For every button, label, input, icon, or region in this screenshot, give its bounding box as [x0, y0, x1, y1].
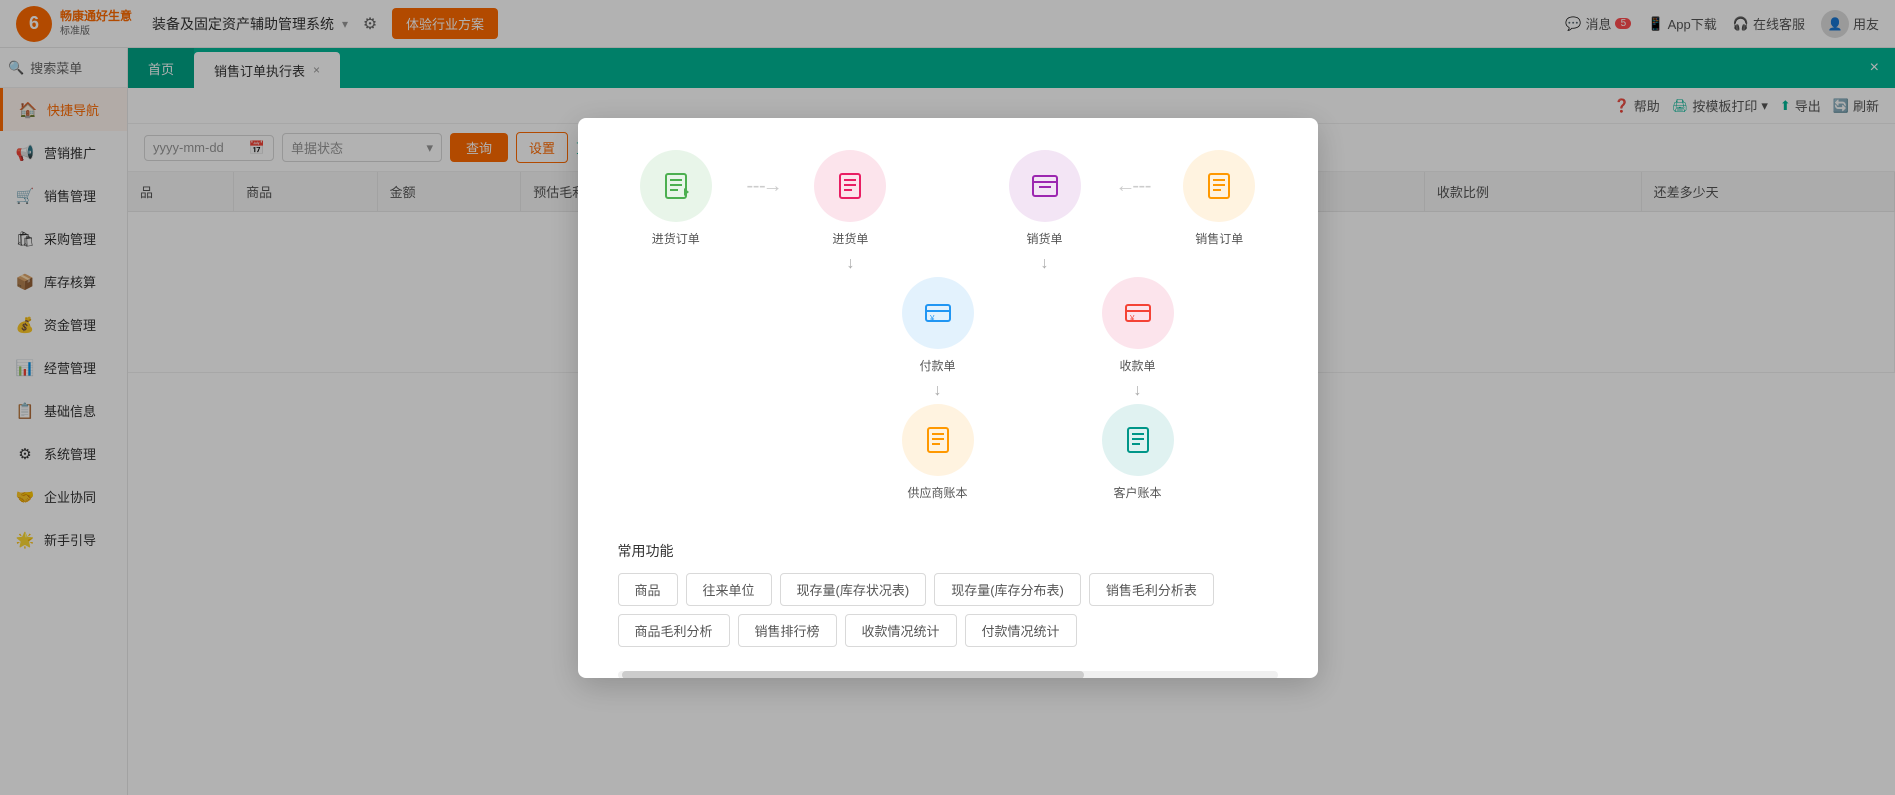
supplier-label: 供应商账本 [907, 484, 967, 501]
overlay[interactable]: 进货订单 - - -→ 进货单 [0, 0, 1895, 795]
scroll-thumb [622, 671, 1084, 678]
common-btn-往来单位[interactable]: 往来单位 [686, 573, 772, 606]
sales-bill-icon [1009, 150, 1081, 222]
common-buttons-container: 商品往来单位现存量(库存状况表)现存量(库存分布表)销售毛利分析表商品毛利分析销… [618, 573, 1278, 647]
common-btn-商品毛利分析[interactable]: 商品毛利分析 [618, 614, 730, 647]
flow-node-sales-order[interactable]: 销售订单 [1161, 150, 1277, 247]
flow-row-2: ¥ 付款单 ¥ 收款单 [618, 277, 1278, 374]
scroll-track [618, 671, 1278, 678]
arrows-down-row1: ↓ ↓ [618, 255, 1278, 273]
arrow-down-purchase: ↓ [792, 255, 908, 273]
dialog: 进货订单 - - -→ 进货单 [578, 118, 1318, 678]
purchase-bill-icon [814, 150, 886, 222]
common-btn-商品[interactable]: 商品 [618, 573, 678, 606]
flow-node-sales-bill[interactable]: 销货单 [986, 150, 1102, 247]
sales-order-label: 销售订单 [1195, 230, 1243, 247]
arrow-left-1: ←- - - [1115, 175, 1148, 198]
flow-node-payment[interactable]: ¥ 付款单 [878, 277, 998, 374]
purchase-order-icon [640, 150, 712, 222]
common-title: 常用功能 [618, 541, 1278, 561]
common-btn-现存量(库存分布表)[interactable]: 现存量(库存分布表) [934, 573, 1081, 606]
purchase-order-label: 进货订单 [652, 230, 700, 247]
svg-text:¥: ¥ [1129, 314, 1135, 323]
arrow-down-receipt: ↓ [1078, 382, 1198, 400]
sales-bill-label: 销货单 [1027, 230, 1063, 247]
flow-row-1: 进货订单 - - -→ 进货单 [618, 150, 1278, 247]
common-btn-现存量(库存状况表)[interactable]: 现存量(库存状况表) [780, 573, 927, 606]
arrow-down-sales: ↓ [986, 255, 1102, 273]
supplier-icon [902, 404, 974, 476]
customer-icon [1102, 404, 1174, 476]
flow-node-purchase-order[interactable]: 进货订单 [618, 150, 734, 247]
flow-row-3: 供应商账本 客户账本 [618, 404, 1278, 501]
customer-label: 客户账本 [1113, 484, 1161, 501]
common-btn-销售毛利分析表[interactable]: 销售毛利分析表 [1089, 573, 1214, 606]
dialog-scroll[interactable] [578, 671, 1318, 678]
arrow-down-payment: ↓ [878, 382, 998, 400]
common-section: 常用功能 商品往来单位现存量(库存状况表)现存量(库存分布表)销售毛利分析表商品… [578, 541, 1318, 671]
flow-node-receipt[interactable]: ¥ 收款单 [1078, 277, 1198, 374]
payment-icon: ¥ [902, 277, 974, 349]
flow-node-purchase-bill[interactable]: 进货单 [792, 150, 908, 247]
receipt-label: 收款单 [1119, 357, 1155, 374]
common-btn-付款情况统计[interactable]: 付款情况统计 [965, 614, 1077, 647]
arrows-down-row2: ↓ ↓ [618, 382, 1278, 400]
common-btn-收款情况统计[interactable]: 收款情况统计 [845, 614, 957, 647]
purchase-bill-label: 进货单 [832, 230, 868, 247]
arrow-right-1: - - -→ [747, 175, 780, 198]
sales-order-icon [1183, 150, 1255, 222]
payment-label: 付款单 [919, 357, 955, 374]
common-btn-销售排行榜[interactable]: 销售排行榜 [738, 614, 837, 647]
receipt-icon: ¥ [1102, 277, 1174, 349]
dialog-content: 进货订单 - - -→ 进货单 [578, 118, 1318, 541]
svg-text:¥: ¥ [929, 314, 935, 323]
flow-node-customer[interactable]: 客户账本 [1078, 404, 1198, 501]
flow-node-supplier[interactable]: 供应商账本 [878, 404, 998, 501]
